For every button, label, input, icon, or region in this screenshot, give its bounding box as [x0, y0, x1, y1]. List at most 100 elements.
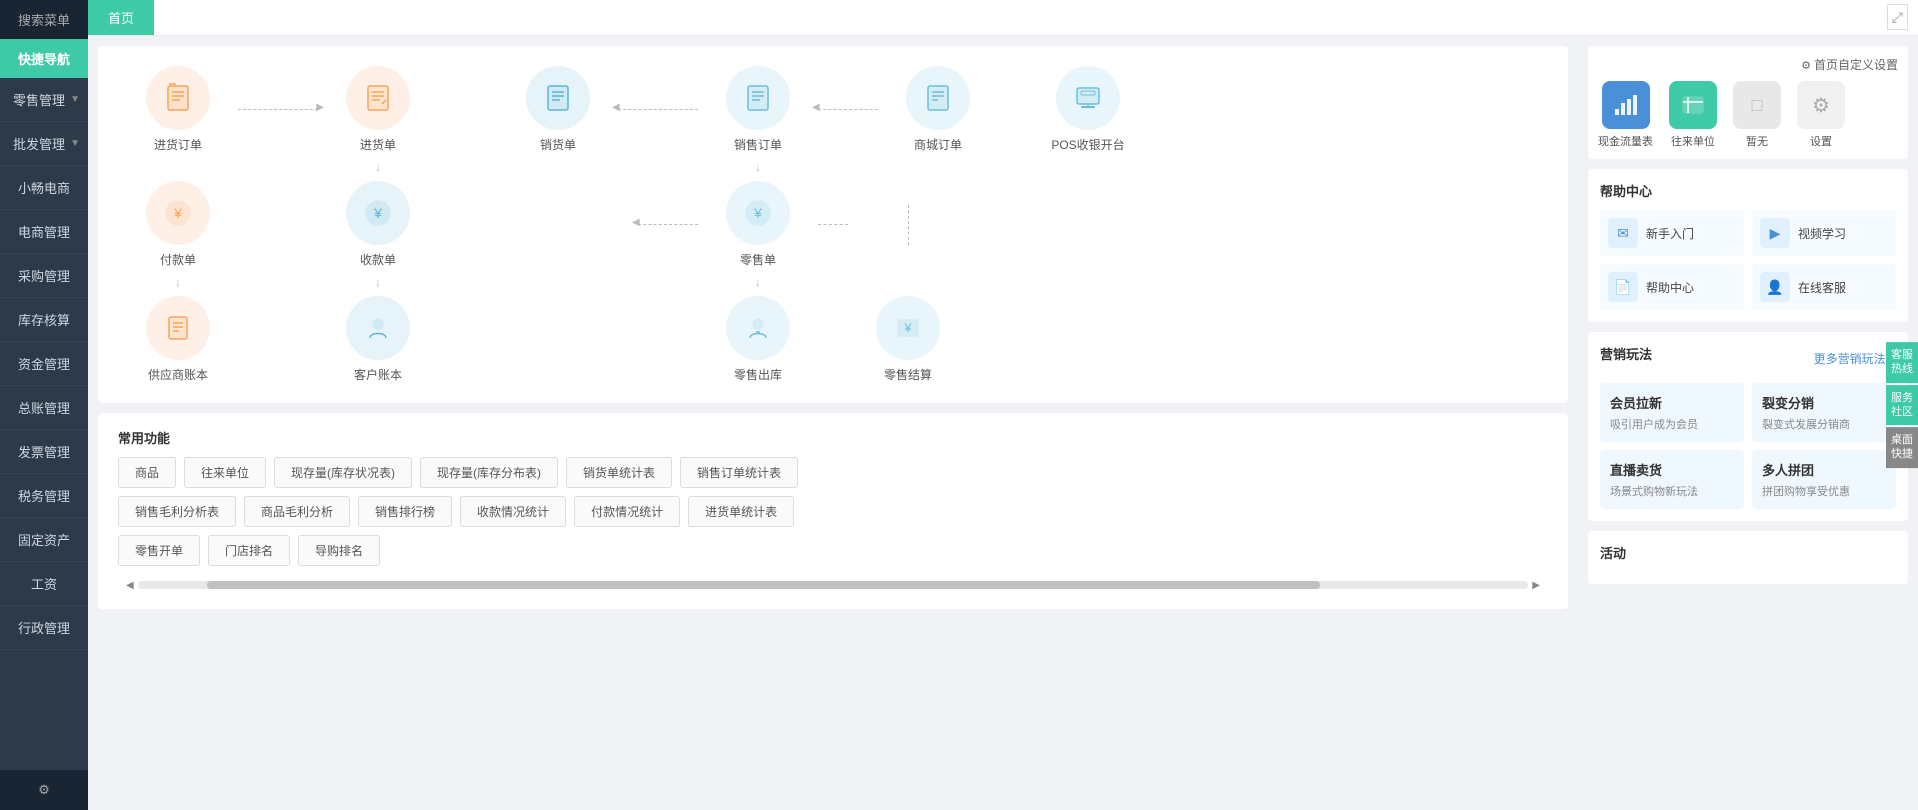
func-btn-payment-stat[interactable]: 付款情况统计 — [574, 496, 680, 527]
tab-home[interactable]: 首页 — [88, 0, 154, 35]
help-item-video[interactable]: ▶ 视频学习 — [1752, 210, 1896, 256]
node-pos[interactable]: POS收银开台 — [1028, 66, 1148, 153]
marketing-item-member[interactable]: 会员拉新 吸引用户成为会员 — [1600, 383, 1744, 442]
purchase-order-icon — [146, 66, 210, 130]
customize-link[interactable]: 首页自定义设置 — [1801, 56, 1898, 73]
pos-icon — [1056, 66, 1120, 130]
icon-grid: 现金流量表 往来单位 □ 暂无 — [1598, 81, 1898, 149]
sidebar-item-invoice[interactable]: 发票管理 — [0, 430, 88, 474]
marketing-title: 营销玩法 — [1600, 344, 1652, 363]
svg-text:¥: ¥ — [753, 205, 762, 221]
mall-order-icon — [906, 66, 970, 130]
scroll-left-button[interactable]: ◀ — [122, 580, 138, 591]
help-icon: 📄 — [1608, 272, 1638, 302]
cs-desktop-button[interactable]: 桌面快捷 — [1886, 427, 1918, 468]
marketing-item-fission[interactable]: 裂变分销 裂变式发展分销商 — [1752, 383, 1896, 442]
node-sales-order[interactable]: 销售订单 — [698, 66, 818, 153]
marketing-header: 营销玩法 更多营销玩法 > — [1600, 344, 1896, 373]
sidebar-quicknav[interactable]: 快捷导航 — [0, 39, 88, 78]
sidebar-item-ledger[interactable]: 总账管理 — [0, 386, 88, 430]
mall-order-label: 商城订单 — [914, 136, 962, 153]
func-btn-receipt-stat[interactable]: 收款情况统计 — [460, 496, 566, 527]
sidebar-item-retail[interactable]: 零售管理 ▼ — [0, 78, 88, 122]
quick-icon-counterparts[interactable]: 往来单位 — [1669, 81, 1717, 149]
func-btn-purchase-stat[interactable]: 进货单统计表 — [688, 496, 794, 527]
func-btn-stock1[interactable]: 现存量(库存状况表) — [274, 457, 412, 488]
func-buttons-row1: 商品 往来单位 现存量(库存状况表) 现存量(库存分布表) 销货单统计表 销售订… — [118, 457, 1548, 488]
node-purchase-bill[interactable]: 进货单 — [318, 66, 438, 153]
sidebar-item-ecommerce[interactable]: 小畅电商 — [0, 166, 88, 210]
node-sales-bill[interactable]: 销货单 — [498, 66, 618, 153]
node-purchase-order[interactable]: 进货订单 — [118, 66, 238, 153]
node-payment[interactable]: ¥ 付款单 — [118, 181, 238, 268]
fullscreen-button[interactable]: ⤢ — [1887, 4, 1908, 30]
sidebar-item-assets[interactable]: 固定资产 — [0, 518, 88, 562]
scroll-track[interactable] — [138, 581, 1529, 589]
quick-icon-cashflow[interactable]: 现金流量表 — [1598, 81, 1653, 149]
sidebar-item-wholesale[interactable]: 批发管理 ▼ — [0, 122, 88, 166]
func-buttons-row3: 零售开单 门店排名 导购排名 — [118, 535, 1548, 566]
func-btn-sales-stat[interactable]: 销货单统计表 — [566, 457, 672, 488]
help-item-help[interactable]: 📄 帮助中心 — [1600, 264, 1744, 310]
func-btn-sales-profit[interactable]: 销售毛利分析表 — [118, 496, 236, 527]
node-retail-bill[interactable]: ¥ 零售单 — [698, 181, 818, 268]
func-btn-sales-rank[interactable]: 销售排行榜 — [358, 496, 452, 527]
help-item-beginner[interactable]: ✉ 新手入门 — [1600, 210, 1744, 256]
sidebar-item-finance[interactable]: 资金管理 — [0, 342, 88, 386]
marketing-item-group[interactable]: 多人拼团 拼团购物享受优惠 — [1752, 450, 1896, 509]
func-btn-retail-order[interactable]: 零售开单 — [118, 535, 200, 566]
payment-label: 付款单 — [160, 251, 196, 268]
quick-icons-header: 首页自定义设置 — [1598, 56, 1898, 73]
quick-icon-settings[interactable]: ⚙ 设置 — [1797, 81, 1845, 149]
svg-text:¥: ¥ — [373, 205, 382, 221]
quick-icon-none[interactable]: □ 暂无 — [1733, 81, 1781, 149]
marketing-item-live[interactable]: 直播卖货 场景式购物新玩法 — [1600, 450, 1744, 509]
cs-hotline-button[interactable]: 客服热线 — [1886, 342, 1918, 383]
gear-icon: ⚙ — [38, 782, 50, 797]
func-btn-stock2[interactable]: 现存量(库存分布表) — [420, 457, 558, 488]
none-label: 暂无 — [1746, 133, 1768, 149]
sidebar-settings[interactable]: ⚙ — [0, 770, 88, 810]
sidebar-item-tax[interactable]: 税务管理 — [0, 474, 88, 518]
sidebar-item-salary[interactable]: 工资 — [0, 562, 88, 606]
settings-label: 设置 — [1810, 133, 1832, 149]
customer-account-label: 客户账本 — [354, 366, 402, 383]
receipt-label: 收款单 — [360, 251, 396, 268]
quick-icons: 首页自定义设置 现金流量表 往来单位 — [1588, 46, 1908, 159]
main-panel: 进货订单 ▶ 进货单 — [88, 36, 1578, 810]
func-btn-sales-order-stat[interactable]: 销售订单统计表 — [680, 457, 798, 488]
help-item-service[interactable]: 👤 在线客服 — [1752, 264, 1896, 310]
func-buttons-row2: 销售毛利分析表 商品毛利分析 销售排行榜 收款情况统计 付款情况统计 进货单统计… — [118, 496, 1548, 527]
sidebar-item-purchase[interactable]: 采购管理 — [0, 254, 88, 298]
node-receipt[interactable]: ¥ 收款单 — [318, 181, 438, 268]
func-btn-goods-profit[interactable]: 商品毛利分析 — [244, 496, 350, 527]
sidebar-item-ecommerce-mgmt[interactable]: 电商管理 — [0, 210, 88, 254]
cs-community-button[interactable]: 服务社区 — [1886, 385, 1918, 426]
retail-settlement-icon: ¥ — [876, 296, 940, 360]
node-retail-settlement[interactable]: ¥ 零售结算 — [848, 296, 968, 383]
more-marketing-link[interactable]: 更多营销玩法 > — [1814, 350, 1896, 367]
retail-outbound-icon — [726, 296, 790, 360]
activity-card: 活动 — [1588, 531, 1908, 584]
func-btn-store-rank[interactable]: 门店排名 — [208, 535, 290, 566]
scroll-right-button[interactable]: ▶ — [1528, 580, 1544, 591]
marketing-grid: 会员拉新 吸引用户成为会员 裂变分销 裂变式发展分销商 直播卖货 场景式购物新玩… — [1600, 383, 1896, 509]
func-btn-guide-rank[interactable]: 导购排名 — [298, 535, 380, 566]
counterparts-icon — [1669, 81, 1717, 129]
sales-bill-label: 销货单 — [540, 136, 576, 153]
sidebar-item-inventory[interactable]: 库存核算 — [0, 298, 88, 342]
scroll-thumb — [207, 581, 1319, 589]
func-btn-counterparts[interactable]: 往来单位 — [184, 457, 266, 488]
svg-text:¥: ¥ — [904, 321, 912, 335]
help-card: 帮助中心 ✉ 新手入门 ▶ 视频学习 📄 帮助中心 👤 — [1588, 169, 1908, 322]
func-btn-goods[interactable]: 商品 — [118, 457, 176, 488]
member-title: 会员拉新 — [1610, 393, 1734, 412]
member-desc: 吸引用户成为会员 — [1610, 416, 1734, 432]
sales-order-label: 销售订单 — [734, 136, 782, 153]
node-mall-order[interactable]: 商城订单 — [878, 66, 998, 153]
sidebar-search[interactable]: 搜索菜单 — [0, 0, 88, 39]
node-customer-account[interactable]: 客户账本 — [318, 296, 438, 383]
node-retail-outbound[interactable]: 零售出库 — [698, 296, 818, 383]
sidebar-item-admin[interactable]: 行政管理 — [0, 606, 88, 650]
node-supplier-account[interactable]: 供应商账本 — [118, 296, 238, 383]
